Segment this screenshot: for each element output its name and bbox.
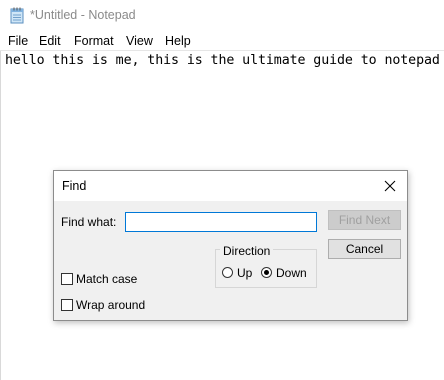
- direction-down-radio[interactable]: [261, 267, 272, 278]
- menu-bar: File Edit Format View Help: [0, 31, 444, 50]
- close-icon: [384, 180, 396, 192]
- direction-up-label[interactable]: Up: [237, 266, 252, 280]
- editor-content[interactable]: hello this is me, this is the ultimate g…: [5, 53, 440, 68]
- title-bar[interactable]: *Untitled - Notepad: [0, 0, 444, 31]
- find-dialog-title: Find: [62, 179, 87, 193]
- find-dialog: Find Find what: Find Next Cancel Directi…: [53, 170, 408, 321]
- match-case-checkbox[interactable]: [61, 273, 73, 285]
- find-dialog-title-bar[interactable]: Find: [54, 171, 407, 201]
- direction-label: Direction: [220, 244, 274, 258]
- radio-selected-dot: [264, 270, 269, 275]
- menu-file[interactable]: File: [8, 34, 28, 48]
- editor-border: [0, 51, 1, 380]
- find-next-button[interactable]: Find Next: [328, 210, 401, 230]
- menu-format[interactable]: Format: [74, 34, 114, 48]
- close-button[interactable]: [373, 171, 407, 201]
- find-what-input[interactable]: [125, 212, 317, 232]
- notepad-icon: [10, 7, 24, 24]
- direction-up-radio[interactable]: [222, 267, 233, 278]
- direction-down-label[interactable]: Down: [276, 266, 307, 280]
- menu-help[interactable]: Help: [165, 34, 191, 48]
- wrap-around-label[interactable]: Wrap around: [76, 298, 145, 312]
- wrap-around-checkbox[interactable]: [61, 299, 73, 311]
- find-what-label: Find what:: [61, 215, 117, 229]
- menu-edit[interactable]: Edit: [39, 34, 61, 48]
- notepad-window: *Untitled - Notepad File Edit Format Vie…: [0, 0, 444, 380]
- window-title: *Untitled - Notepad: [30, 8, 136, 22]
- menu-view[interactable]: View: [126, 34, 153, 48]
- cancel-button[interactable]: Cancel: [328, 239, 401, 259]
- match-case-label[interactable]: Match case: [76, 272, 137, 286]
